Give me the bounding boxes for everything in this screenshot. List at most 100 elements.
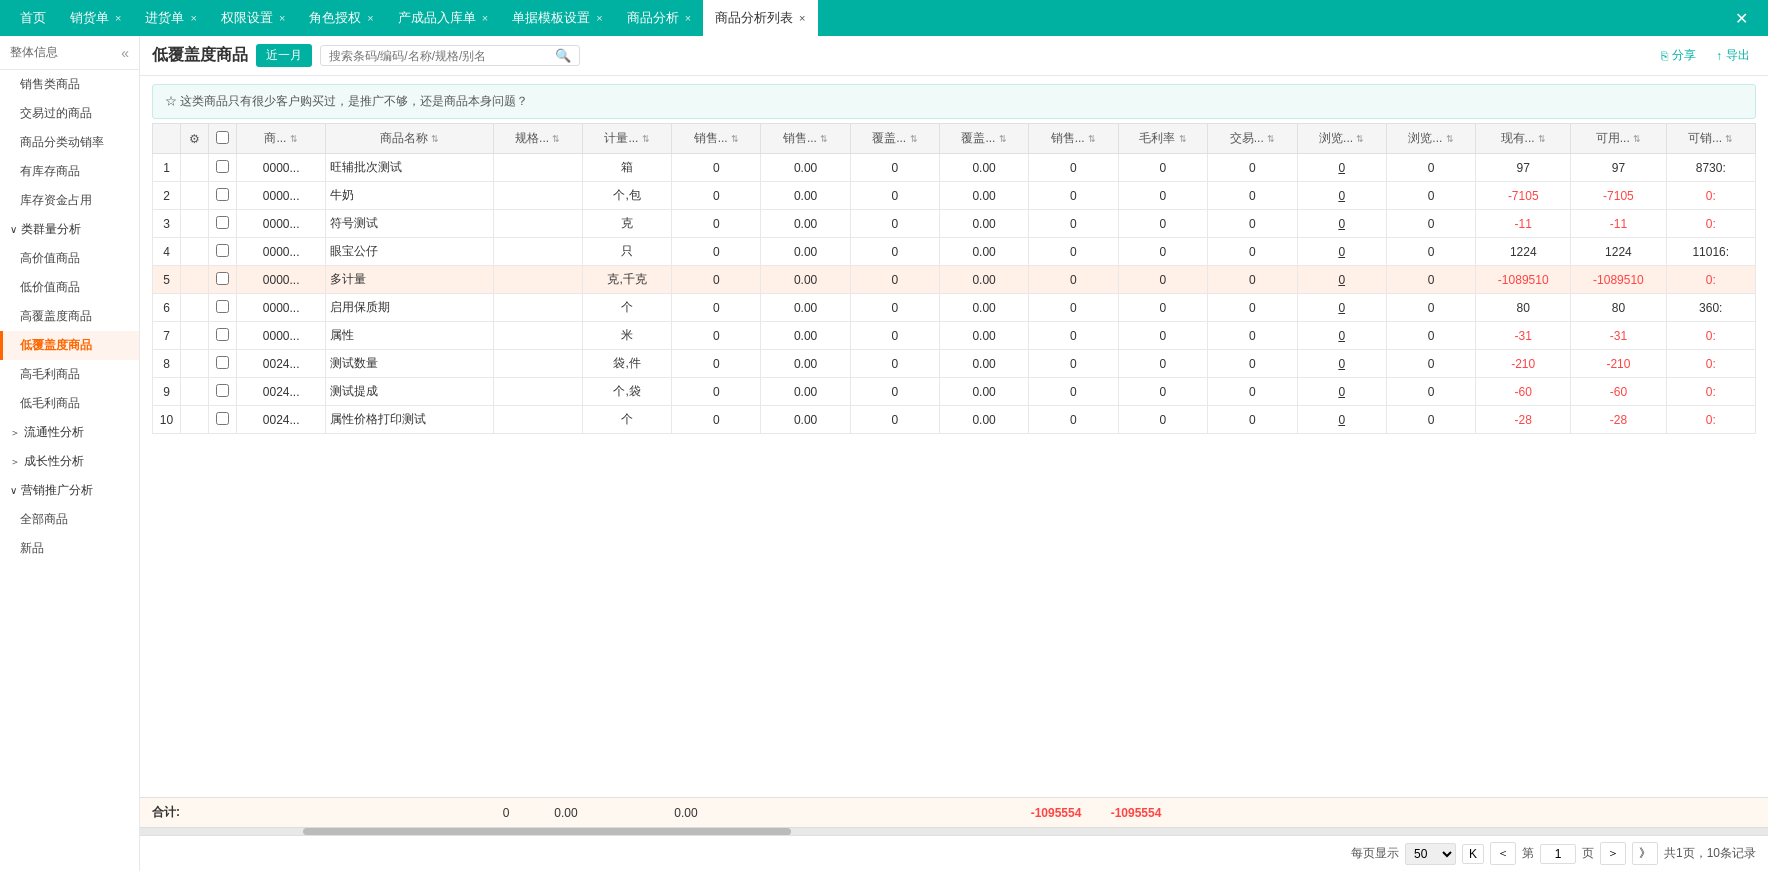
nav-close-icon[interactable]: × bbox=[685, 12, 691, 24]
row-view1[interactable]: 0 bbox=[1297, 322, 1386, 350]
row-view1[interactable]: 0 bbox=[1297, 378, 1386, 406]
next-page-button[interactable]: ＞ bbox=[1600, 842, 1626, 865]
nav-item-进货单[interactable]: 进货单× bbox=[133, 0, 208, 36]
row-name[interactable]: 眼宝公仔 bbox=[326, 238, 493, 266]
nav-close-icon[interactable]: × bbox=[799, 12, 805, 24]
sidebar-item-高毛利商品[interactable]: 高毛利商品 bbox=[0, 360, 139, 389]
row-name[interactable]: 测试数量 bbox=[326, 350, 493, 378]
sidebar-item-高覆盖度商品[interactable]: 高覆盖度商品 bbox=[0, 302, 139, 331]
col-header-available[interactable]: 可用... ⇅ bbox=[1571, 124, 1666, 154]
row-name[interactable]: 属性价格打印测试 bbox=[326, 406, 493, 434]
period-button[interactable]: 近一月 bbox=[256, 44, 312, 67]
col-header-view1[interactable]: 浏览... ⇅ bbox=[1297, 124, 1386, 154]
row-view1[interactable]: 0 bbox=[1297, 294, 1386, 322]
table-wrapper[interactable]: ⚙商... ⇅商品名称 ⇅规格... ⇅计量... ⇅销售... ⇅销售... … bbox=[140, 123, 1768, 797]
col-header-name[interactable]: 商品名称 ⇅ bbox=[326, 124, 493, 154]
sidebar-section-成长性分析[interactable]: ＞成长性分析 bbox=[0, 447, 139, 476]
sidebar-item-低价值商品[interactable]: 低价值商品 bbox=[0, 273, 139, 302]
col-header-spec[interactable]: 规格... ⇅ bbox=[493, 124, 582, 154]
global-close-button[interactable]: ✕ bbox=[1723, 9, 1760, 28]
nav-close-icon[interactable]: × bbox=[596, 12, 602, 24]
sidebar-item-商品分类动销率[interactable]: 商品分类动销率 bbox=[0, 128, 139, 157]
sidebar-item-库存资金占用[interactable]: 库存资金占用 bbox=[0, 186, 139, 215]
row-name[interactable]: 多计量 bbox=[326, 266, 493, 294]
col-header-coverage2[interactable]: 覆盖... ⇅ bbox=[939, 124, 1028, 154]
col-header-saleable[interactable]: 可销... ⇅ bbox=[1666, 124, 1755, 154]
nav-item-单据模板设置[interactable]: 单据模板设置× bbox=[500, 0, 614, 36]
row-view1[interactable]: 0 bbox=[1297, 406, 1386, 434]
sidebar-collapse-button[interactable]: « bbox=[121, 45, 129, 61]
nav-item-商品分析[interactable]: 商品分析× bbox=[615, 0, 703, 36]
sidebar-item-高价值商品[interactable]: 高价值商品 bbox=[0, 244, 139, 273]
nav-close-icon[interactable]: × bbox=[190, 12, 196, 24]
row-view1[interactable]: 0 bbox=[1297, 266, 1386, 294]
col-header-code[interactable]: 商... ⇅ bbox=[237, 124, 326, 154]
nav-close-icon[interactable]: × bbox=[279, 12, 285, 24]
sidebar-item-低毛利商品[interactable]: 低毛利商品 bbox=[0, 389, 139, 418]
select-all-checkbox[interactable] bbox=[216, 131, 229, 144]
row-name[interactable]: 牛奶 bbox=[326, 182, 493, 210]
sidebar-item-交易过的商品[interactable]: 交易过的商品 bbox=[0, 99, 139, 128]
row-view1[interactable]: 0 bbox=[1297, 238, 1386, 266]
col-header-margin[interactable]: 毛利率 ⇅ bbox=[1118, 124, 1208, 154]
sidebar-section-流通性分析[interactable]: ＞流通性分析 bbox=[0, 418, 139, 447]
first-page-button[interactable]: K bbox=[1462, 844, 1484, 864]
row-checkbox[interactable] bbox=[216, 300, 229, 313]
nav-close-icon[interactable]: × bbox=[482, 12, 488, 24]
col-header-trade[interactable]: 交易... ⇅ bbox=[1208, 124, 1297, 154]
row-name[interactable]: 启用保质期 bbox=[326, 294, 493, 322]
last-page-button[interactable]: 》 bbox=[1632, 842, 1658, 865]
row-view1[interactable]: 0 bbox=[1297, 182, 1386, 210]
row-checkbox[interactable] bbox=[216, 384, 229, 397]
col-header-sales_amt[interactable]: 销售... ⇅ bbox=[761, 124, 850, 154]
row-name[interactable]: 旺辅批次测试 bbox=[326, 154, 493, 182]
sidebar-item-有库存商品[interactable]: 有库存商品 bbox=[0, 157, 139, 186]
row-sales-amt: 0.00 bbox=[761, 182, 850, 210]
row-checkbox[interactable] bbox=[216, 272, 229, 285]
nav-close-icon[interactable]: × bbox=[367, 12, 373, 24]
col-header-checkbox[interactable] bbox=[209, 124, 237, 154]
nav-item-销货单[interactable]: 销货单× bbox=[58, 0, 133, 36]
row-name[interactable]: 符号测试 bbox=[326, 210, 493, 238]
row-current: 1224 bbox=[1476, 238, 1571, 266]
nav-item-首页[interactable]: 首页 bbox=[8, 0, 58, 36]
row-view1[interactable]: 0 bbox=[1297, 210, 1386, 238]
col-header-settings[interactable]: ⚙ bbox=[181, 124, 209, 154]
sidebar-section-类群量分析[interactable]: ∨类群量分析 bbox=[0, 215, 139, 244]
row-name[interactable]: 测试提成 bbox=[326, 378, 493, 406]
sidebar-item-全部商品[interactable]: 全部商品 bbox=[0, 505, 139, 534]
share-button[interactable]: ⎘ 分享 bbox=[1655, 44, 1702, 67]
page-size-select[interactable]: 50 20 100 bbox=[1405, 843, 1456, 865]
search-input[interactable] bbox=[329, 49, 555, 63]
sidebar-item-销售类商品[interactable]: 销售类商品 bbox=[0, 70, 139, 99]
col-header-view2[interactable]: 浏览... ⇅ bbox=[1386, 124, 1475, 154]
row-checkbox[interactable] bbox=[216, 356, 229, 369]
row-view1[interactable]: 0 bbox=[1297, 154, 1386, 182]
nav-item-权限设置[interactable]: 权限设置× bbox=[209, 0, 297, 36]
col-header-sales3[interactable]: 销售... ⇅ bbox=[1029, 124, 1118, 154]
col-header-unit[interactable]: 计量... ⇅ bbox=[582, 124, 671, 154]
sidebar-item-新品[interactable]: 新品 bbox=[0, 534, 139, 563]
row-checkbox[interactable] bbox=[216, 160, 229, 173]
row-name[interactable]: 属性 bbox=[326, 322, 493, 350]
nav-item-角色授权[interactable]: 角色授权× bbox=[297, 0, 385, 36]
row-sales-amt: 0.00 bbox=[761, 266, 850, 294]
row-checkbox[interactable] bbox=[216, 188, 229, 201]
row-checkbox[interactable] bbox=[216, 216, 229, 229]
prev-page-button[interactable]: ＜ bbox=[1490, 842, 1516, 865]
row-checkbox[interactable] bbox=[216, 328, 229, 341]
row-checkbox[interactable] bbox=[216, 412, 229, 425]
nav-item-产成品入库单[interactable]: 产成品入库单× bbox=[386, 0, 500, 36]
sidebar-section-营销推广分析[interactable]: ∨营销推广分析 bbox=[0, 476, 139, 505]
col-header-sales_qty[interactable]: 销售... ⇅ bbox=[672, 124, 761, 154]
nav-item-商品分析列表[interactable]: 商品分析列表× bbox=[703, 0, 817, 36]
col-header-coverage1[interactable]: 覆盖... ⇅ bbox=[850, 124, 939, 154]
row-view1[interactable]: 0 bbox=[1297, 350, 1386, 378]
col-header-current[interactable]: 现有... ⇅ bbox=[1476, 124, 1571, 154]
export-button[interactable]: ↑ 导出 bbox=[1710, 44, 1756, 67]
page-number-input[interactable] bbox=[1540, 844, 1576, 864]
row-checkbox[interactable] bbox=[216, 244, 229, 257]
sidebar-item-低覆盖度商品[interactable]: 低覆盖度商品 bbox=[0, 331, 139, 360]
nav-close-icon[interactable]: × bbox=[115, 12, 121, 24]
row-cov1: 0 bbox=[850, 210, 939, 238]
